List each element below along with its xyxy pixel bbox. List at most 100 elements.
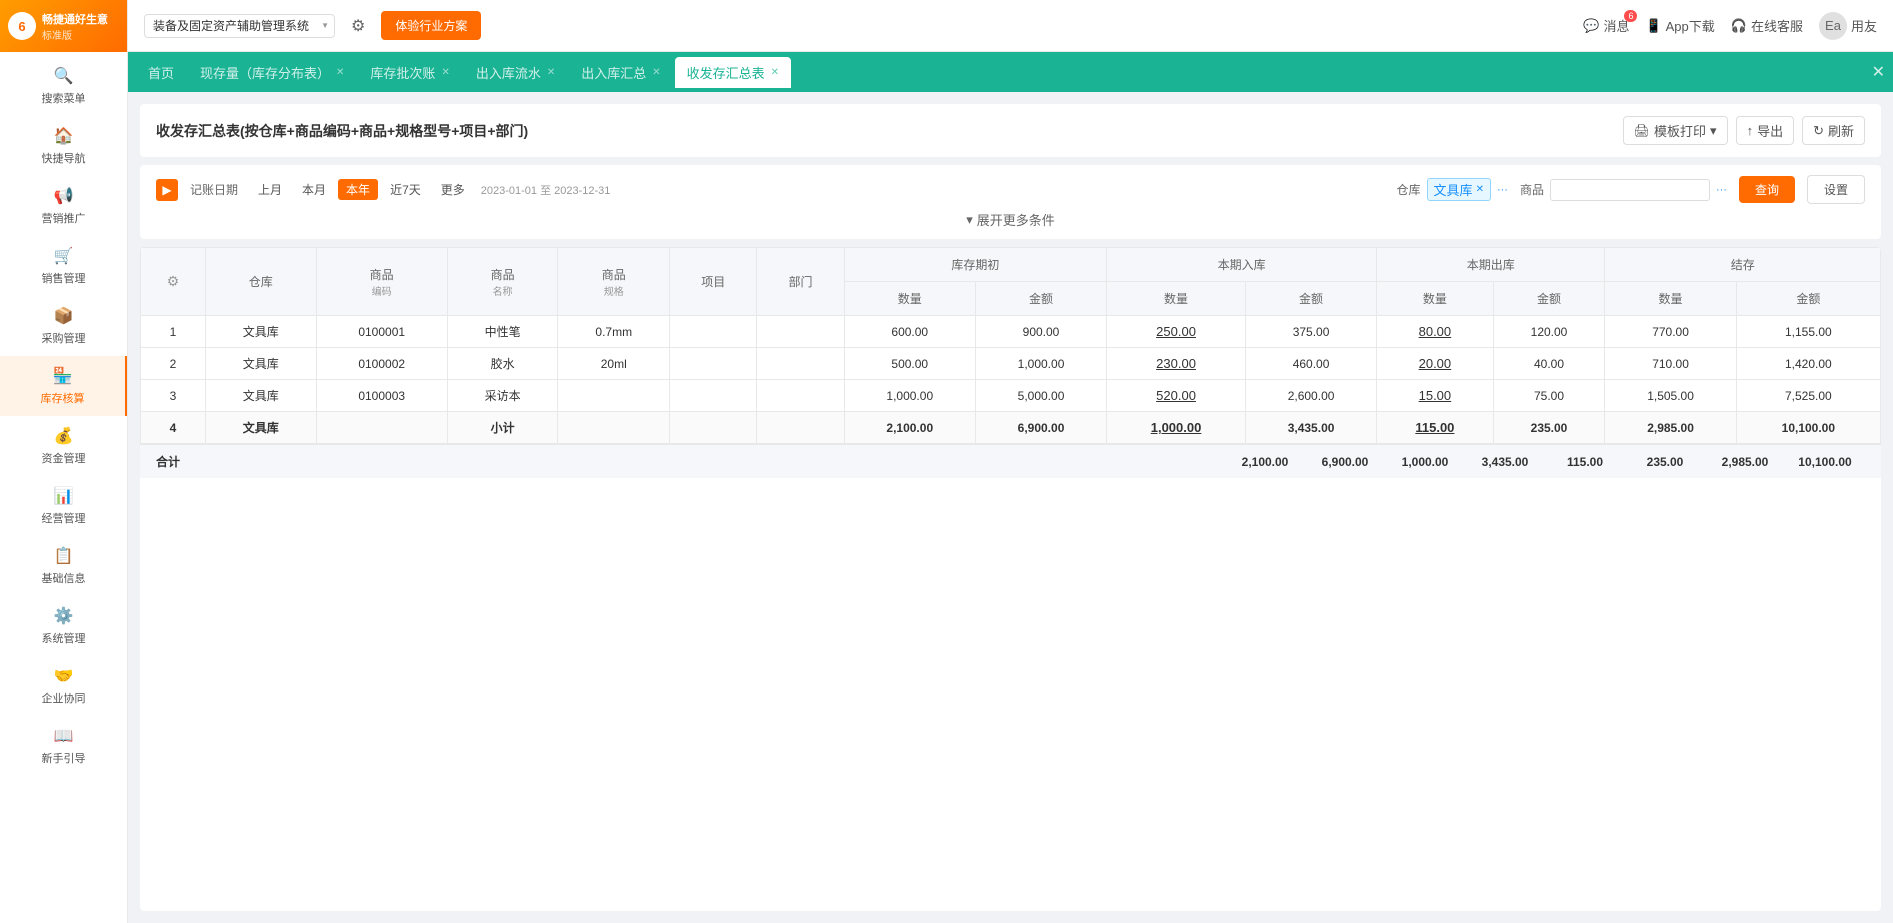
tab-inout-summary[interactable]: 出入库汇总 ✕ xyxy=(569,57,672,88)
sidebar-item-business[interactable]: 📊 经营管理 xyxy=(0,476,127,536)
service-label: 在线客服 xyxy=(1751,16,1803,35)
table-body: 1 文具库 0100001 中性笔 0.7mm 600.00 900.00 25… xyxy=(141,316,1881,444)
tab-inventory-dist[interactable]: 现存量（库存分布表）✕ xyxy=(188,57,356,88)
cell-out-amt-3: 235.00 xyxy=(1493,412,1605,444)
cell-out-qty-3[interactable]: 115.00 xyxy=(1377,412,1493,444)
table-settings-icon[interactable]: ⚙ xyxy=(167,273,180,289)
warehouse-tag-close[interactable]: ✕ xyxy=(1476,184,1484,195)
cell-open-amt-2: 5,000.00 xyxy=(975,380,1106,412)
cell-in-amt-1: 460.00 xyxy=(1245,348,1376,380)
table-row: 4 文具库 小计 2,100.00 6,900.00 1,000.00 3,43… xyxy=(141,412,1881,444)
date-btn-7days[interactable]: 近7天 xyxy=(382,179,429,200)
cell-out-amt-1: 40.00 xyxy=(1493,348,1605,380)
export-button[interactable]: ↑ 导出 xyxy=(1736,116,1795,145)
cell-out-qty-0[interactable]: 80.00 xyxy=(1377,316,1493,348)
filter-expand-row: ▾ 展开更多条件 xyxy=(156,210,1865,229)
date-btn-last-month[interactable]: 上月 xyxy=(250,179,290,200)
cell-dept-0 xyxy=(757,316,844,348)
system-icon: ⚙️ xyxy=(54,606,74,626)
cell-bal-amt-3: 10,100.00 xyxy=(1736,412,1880,444)
tab-inout-flow[interactable]: 出入库流水✕ xyxy=(464,57,567,88)
query-button[interactable]: 查询 xyxy=(1739,176,1795,203)
cell-in-qty-0[interactable]: 250.00 xyxy=(1107,316,1246,348)
cell-name-0: 中性笔 xyxy=(447,316,558,348)
sidebar-item-inventory[interactable]: 🏪 库存核算 xyxy=(0,356,127,416)
tab-close-inout-summary[interactable]: ✕ xyxy=(652,67,660,78)
col-balance-header: 结存 xyxy=(1605,248,1881,282)
date-btn-this-month[interactable]: 本月 xyxy=(294,179,334,200)
tab-label-receive-summary: 收发存汇总表 xyxy=(687,63,765,82)
warehouse-more-btn[interactable]: ··· xyxy=(1497,184,1508,196)
sidebar-item-quick[interactable]: 🏠 快捷导航 xyxy=(0,116,127,176)
page-actions: 🖨 模板打印 ▾ ↑ 导出 ↻ 刷新 xyxy=(1623,116,1866,145)
cell-project-0 xyxy=(670,316,757,348)
cell-warehouse-2: 文具库 xyxy=(206,380,317,412)
online-service-item[interactable]: 🎧 在线客服 xyxy=(1731,16,1803,35)
sidebar-item-finance[interactable]: 💰 资金管理 xyxy=(0,416,127,476)
sidebar-item-guide[interactable]: 📖 新手引导 xyxy=(0,716,127,776)
cell-no-2: 3 xyxy=(141,380,206,412)
cell-warehouse-3: 文具库 xyxy=(206,412,317,444)
date-btn-this-year[interactable]: 本年 xyxy=(338,179,378,200)
warehouse-filter: 仓库 文具库 ✕ ··· xyxy=(1397,178,1508,201)
trial-button[interactable]: 体验行业方案 xyxy=(381,11,481,40)
cell-code-0: 0100001 xyxy=(316,316,447,348)
cell-warehouse-1: 文具库 xyxy=(206,348,317,380)
expand-filter-button[interactable]: ▾ 展开更多条件 xyxy=(966,210,1055,229)
sidebar-item-system[interactable]: ⚙️ 系统管理 xyxy=(0,596,127,656)
cell-out-qty-1[interactable]: 20.00 xyxy=(1377,348,1493,380)
sidebar-item-basic[interactable]: 📋 基础信息 xyxy=(0,536,127,596)
inventory-icon: 🏪 xyxy=(53,366,73,386)
cell-in-qty-2[interactable]: 520.00 xyxy=(1107,380,1246,412)
tab-receive-summary[interactable]: 收发存汇总表 ✕ xyxy=(675,57,791,88)
sidebar-title-wrap: 畅捷通好生意 标准版 xyxy=(42,11,108,42)
date-btn-more[interactable]: 更多 xyxy=(433,179,473,200)
system-select[interactable]: 装备及固定资产辅助管理系统 xyxy=(144,14,335,38)
cell-bal-qty-2: 1,505.00 xyxy=(1605,380,1736,412)
goods-input[interactable] xyxy=(1550,179,1710,201)
tab-batch[interactable]: 库存批次账✕ xyxy=(358,57,461,88)
cell-spec-2 xyxy=(558,380,670,412)
cell-out-qty-2[interactable]: 15.00 xyxy=(1377,380,1493,412)
filter-bar: ▶ 记账日期 上月 本月 本年 近7天 更多 2023-01-01 至 2023… xyxy=(140,165,1881,239)
filter-row-1: ▶ 记账日期 上月 本月 本年 近7天 更多 2023-01-01 至 2023… xyxy=(156,175,1865,204)
user-item[interactable]: Ea 用友 xyxy=(1819,12,1877,40)
avatar: Ea xyxy=(1819,12,1847,40)
print-button[interactable]: 🖨 模板打印 ▾ xyxy=(1623,116,1728,145)
sidebar-item-sales[interactable]: 🛒 销售管理 xyxy=(0,236,127,296)
warehouse-label: 仓库 xyxy=(1397,181,1421,198)
app-download-item[interactable]: 📱 App下载 xyxy=(1645,16,1714,35)
cell-name-2: 采访本 xyxy=(447,380,558,412)
tab-label-home: 首页 xyxy=(148,63,174,82)
col-out-amt-header: 金额 xyxy=(1493,282,1605,316)
goods-more-btn[interactable]: ··· xyxy=(1716,184,1727,196)
settings-icon[interactable]: ⚙ xyxy=(347,12,369,40)
message-badge: 6 xyxy=(1624,10,1637,22)
search-icon: 🔍 xyxy=(54,66,74,86)
cell-in-qty-3[interactable]: 1,000.00 xyxy=(1107,412,1246,444)
cell-in-qty-1[interactable]: 230.00 xyxy=(1107,348,1246,380)
cell-spec-1: 20ml xyxy=(558,348,670,380)
footer-out-amt: 235.00 xyxy=(1625,455,1705,469)
col-settings-header[interactable]: ⚙ xyxy=(141,248,206,316)
tab-close-batch[interactable]: ✕ xyxy=(441,67,449,78)
col-in-amt-header: 金额 xyxy=(1245,282,1376,316)
col-open-qty-header: 数量 xyxy=(844,282,975,316)
message-item[interactable]: 💬 消息 6 xyxy=(1583,16,1629,35)
tab-home[interactable]: 首页 xyxy=(136,57,186,88)
close-all-tabs-button[interactable]: ✕ xyxy=(1872,62,1885,82)
col-in-header: 本期入库 xyxy=(1107,248,1377,282)
quick-filter-arrow[interactable]: ▶ xyxy=(156,179,178,201)
refresh-button[interactable]: ↻ 刷新 xyxy=(1802,116,1865,145)
sidebar-item-corp[interactable]: 🤝 企业协同 xyxy=(0,656,127,716)
col-open-amt-header: 金额 xyxy=(975,282,1106,316)
tab-close-inout-flow[interactable]: ✕ xyxy=(547,67,555,78)
tab-close-inventory-dist[interactable]: ✕ xyxy=(336,67,344,78)
tab-close-receive-summary[interactable]: ✕ xyxy=(771,67,779,78)
col-goods-code-header: 商品编码 xyxy=(316,248,447,316)
sidebar-item-purchase[interactable]: 📦 采购管理 xyxy=(0,296,127,356)
settings-button[interactable]: 设置 xyxy=(1807,175,1865,204)
tab-label-inout-summary: 出入库汇总 xyxy=(581,63,646,82)
sidebar-item-marketing[interactable]: 📢 营销推广 xyxy=(0,176,127,236)
sidebar-item-search[interactable]: 🔍 搜索菜单 xyxy=(0,56,127,116)
